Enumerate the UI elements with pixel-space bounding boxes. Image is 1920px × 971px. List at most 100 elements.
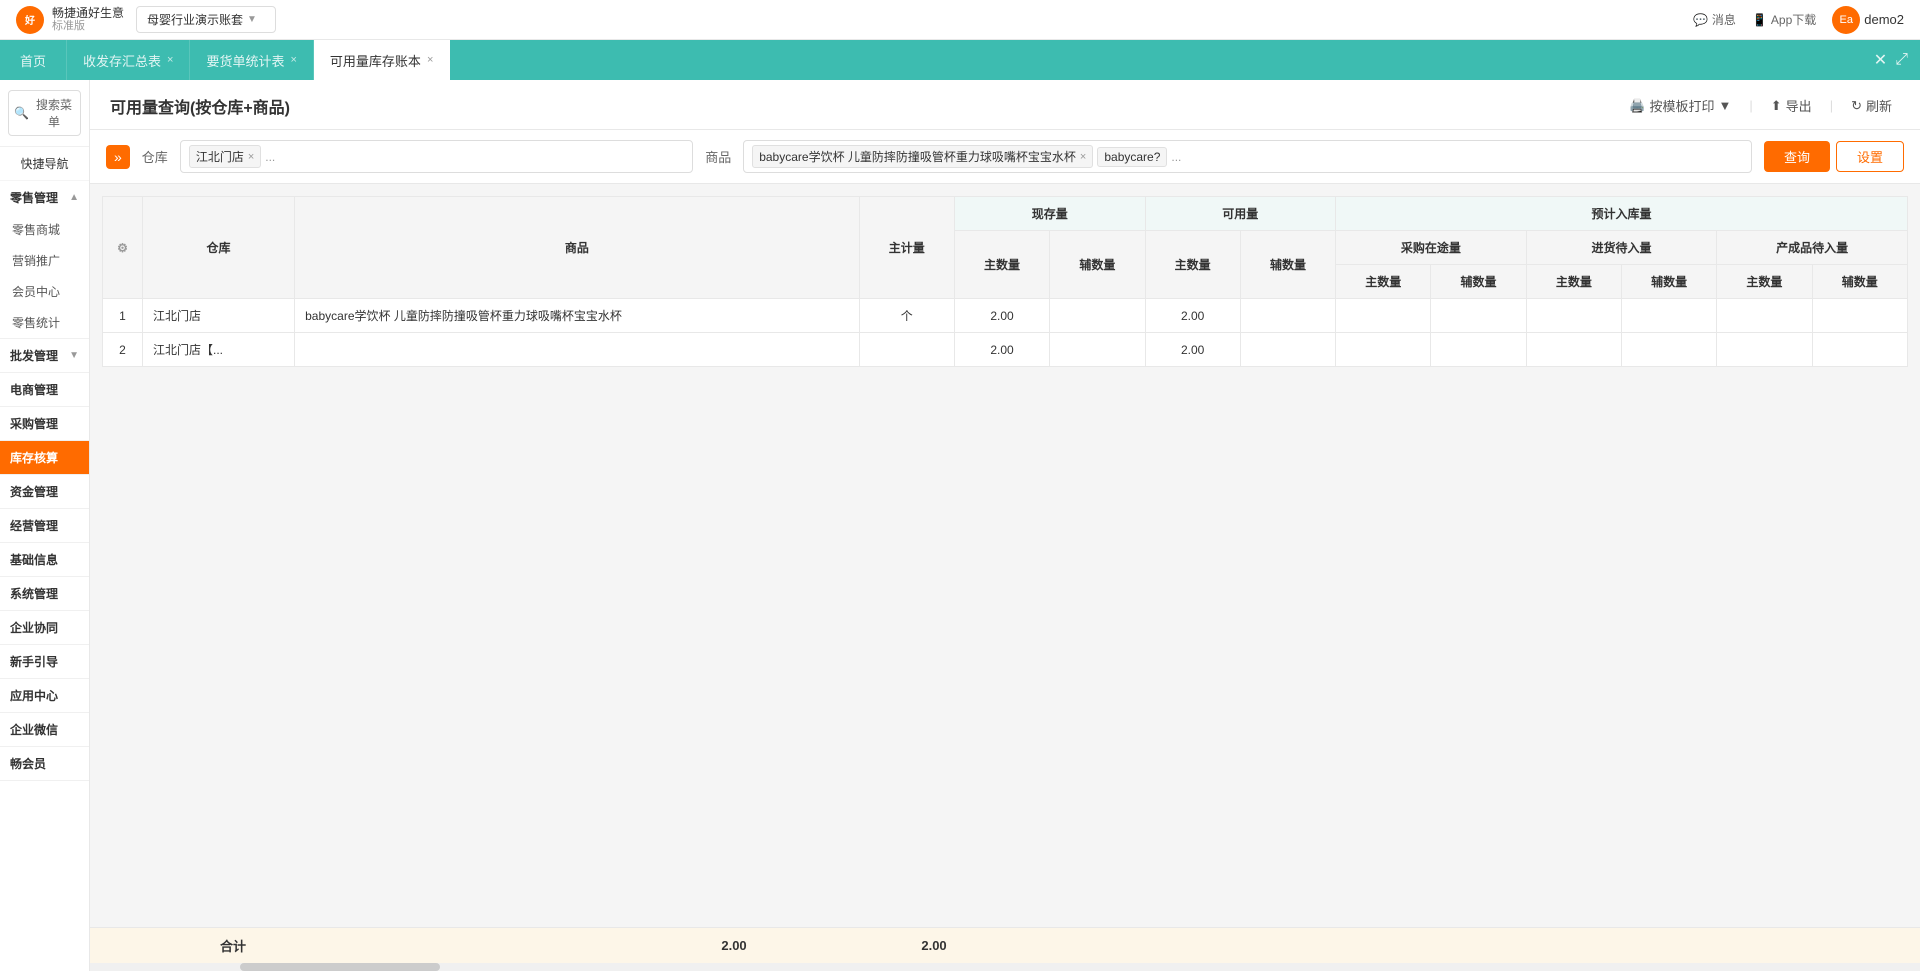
filter-actions: 查询 设置 xyxy=(1764,141,1904,172)
product-tag-1: babycare学饮杯 儿童防摔防撞吸管杯重力球吸嘴杯宝宝水杯 × xyxy=(752,145,1093,168)
tab-inventory[interactable]: 可用量库存账本 × xyxy=(314,40,450,80)
close-cashflow-tab[interactable]: × xyxy=(167,54,173,66)
sidebar-section-purchase: 采购管理 xyxy=(0,407,89,441)
th-purchase-transit-main: 主数量 xyxy=(1336,265,1431,299)
sidebar-section-basic: 基础信息 xyxy=(0,543,89,577)
row2-main-unit xyxy=(859,333,954,367)
chevron-icon: ▼ xyxy=(69,350,79,361)
row1-available-main-qty: 2.00 xyxy=(1145,299,1240,333)
product-ellipsis: ... xyxy=(1171,150,1181,164)
th-available: 可用量 xyxy=(1145,197,1336,231)
print-icon: 🖨️ xyxy=(1629,98,1645,114)
scrollbar-thumb[interactable] xyxy=(240,963,440,971)
close-requisition-tab[interactable]: × xyxy=(290,54,296,66)
th-planned-inbound: 预计入库量 xyxy=(1336,197,1908,231)
sidebar-section-vip-header[interactable]: 畅会员 xyxy=(0,747,89,780)
close-inventory-tab[interactable]: × xyxy=(427,54,433,66)
sidebar-item-quick-nav[interactable]: 快捷导航 xyxy=(0,147,89,181)
page-title: 可用量查询(按仓库+商品) xyxy=(110,94,290,118)
product-filter-input[interactable]: babycare学饮杯 儿童防摔防撞吸管杯重力球吸嘴杯宝宝水杯 × babyca… xyxy=(743,140,1752,173)
sidebar-item-marketing[interactable]: 营销推广 xyxy=(0,245,89,276)
gear-icon[interactable]: ⚙ xyxy=(117,241,128,255)
footer-label: 合计 xyxy=(100,936,246,955)
sidebar: 🔍 搜索菜单 快捷导航 零售管理 ▲ 零售商城 营销推广 会员中心 零售统计 批… xyxy=(0,80,90,971)
sidebar-section-purchase-header[interactable]: 采购管理 xyxy=(0,407,89,440)
export-button[interactable]: ⬆ 导出 xyxy=(1763,92,1820,119)
industry-selector[interactable]: 母婴行业演示账套 ▼ xyxy=(136,6,276,33)
sidebar-item-retail-stats[interactable]: 零售统计 xyxy=(0,307,89,338)
table-scrollbar[interactable] xyxy=(90,963,1920,971)
page-title-row: 可用量查询(按仓库+商品) 🖨️ 按模板打印 ▼ | ⬆ 导出 | ↻ xyxy=(110,92,1900,129)
row1-current-main-qty: 2.00 xyxy=(954,299,1049,333)
top-bar: 好 畅捷通好生意 标准版 母婴行业演示账套 ▼ 💬 消息 📱 App下载 Ea … xyxy=(0,0,1920,40)
th-inbound-pending-aux: 辅数量 xyxy=(1621,265,1716,299)
sidebar-section-operations: 经营管理 xyxy=(0,509,89,543)
th-available-aux-qty: 辅数量 xyxy=(1240,231,1335,299)
avatar: Ea xyxy=(1832,6,1860,34)
row2-current-main-qty: 2.00 xyxy=(954,333,1049,367)
th-product: 商品 xyxy=(295,197,859,299)
print-template-button[interactable]: 🖨️ 按模板打印 ▼ xyxy=(1621,92,1739,119)
top-bar-left: 好 畅捷通好生意 标准版 母婴行业演示账套 ▼ xyxy=(16,6,276,34)
app-download-button[interactable]: 📱 App下载 xyxy=(1752,11,1816,28)
username-label: demo2 xyxy=(1864,12,1904,27)
sidebar-search: 🔍 搜索菜单 xyxy=(0,80,89,147)
sidebar-section-wholesale-header[interactable]: 批发管理 ▼ xyxy=(0,339,89,372)
sidebar-item-retail-store[interactable]: 零售商城 xyxy=(0,214,89,245)
warehouse-tag: 江北门店 × xyxy=(189,145,261,168)
nav-expand-btn[interactable]: ⤢ xyxy=(1895,51,1908,69)
sidebar-section-newbie-header[interactable]: 新手引导 xyxy=(0,645,89,678)
sidebar-section-retail-header[interactable]: 零售管理 ▲ xyxy=(0,181,89,214)
row1-available-aux-qty xyxy=(1240,299,1335,333)
sidebar-item-member[interactable]: 会员中心 xyxy=(0,276,89,307)
th-inbound-pending: 进货待入量 xyxy=(1526,231,1717,265)
refresh-button[interactable]: ↻ 刷新 xyxy=(1843,92,1900,119)
app-logo-icon: 好 xyxy=(16,6,44,34)
sidebar-section-ecommerce: 电商管理 xyxy=(0,373,89,407)
row2-inbound-pending-aux xyxy=(1621,333,1716,367)
row2-production-pending-main xyxy=(1717,333,1812,367)
sidebar-section-inventory: 库存核算 xyxy=(0,441,89,475)
chevron-down-icon: ▼ xyxy=(247,14,257,25)
warehouse-filter-label: 仓库 xyxy=(142,147,168,166)
th-purchase-transit-aux: 辅数量 xyxy=(1431,265,1526,299)
page-header: 可用量查询(按仓库+商品) 🖨️ 按模板打印 ▼ | ⬆ 导出 | ↻ xyxy=(90,80,1920,130)
sidebar-section-operations-header[interactable]: 经营管理 xyxy=(0,509,89,542)
sidebar-section-wechat: 企业微信 xyxy=(0,713,89,747)
nav-tabs: 首页 收发存汇总表 × 要货单统计表 × 可用量库存账本 × ✕ ⤢ xyxy=(0,40,1920,80)
sidebar-section-enterprise-header[interactable]: 企业协同 xyxy=(0,611,89,644)
settings-button[interactable]: 设置 xyxy=(1836,141,1904,172)
refresh-icon: ↻ xyxy=(1851,98,1862,114)
app-download-icon: 📱 xyxy=(1752,13,1767,27)
user-area[interactable]: Ea demo2 xyxy=(1832,6,1904,34)
remove-product-tag-1[interactable]: × xyxy=(1080,151,1086,163)
sidebar-section-system-header[interactable]: 系统管理 xyxy=(0,577,89,610)
sidebar-section-appcenter-header[interactable]: 应用中心 xyxy=(0,679,89,712)
remove-warehouse-tag[interactable]: × xyxy=(248,151,254,163)
row2-inbound-pending-main xyxy=(1526,333,1621,367)
sidebar-section-ecommerce-header[interactable]: 电商管理 xyxy=(0,373,89,406)
tab-requisition[interactable]: 要货单统计表 × xyxy=(190,40,313,80)
filter-expand-button[interactable]: » xyxy=(106,145,130,169)
tab-cashflow[interactable]: 收发存汇总表 × xyxy=(67,40,190,80)
th-current-main-qty: 主数量 xyxy=(954,231,1049,299)
warehouse-filter-input[interactable]: 江北门店 × ... xyxy=(180,140,693,173)
sidebar-section-retail: 零售管理 ▲ 零售商城 营销推广 会员中心 零售统计 xyxy=(0,181,89,339)
query-button[interactable]: 查询 xyxy=(1764,141,1830,172)
sidebar-section-wechat-header[interactable]: 企业微信 xyxy=(0,713,89,746)
row1-no: 1 xyxy=(103,299,143,333)
nav-close-btn[interactable]: ✕ xyxy=(1874,50,1887,70)
message-button[interactable]: 💬 消息 xyxy=(1693,11,1736,28)
sidebar-section-finance-header[interactable]: 资金管理 xyxy=(0,475,89,508)
row2-available-main-qty: 2.00 xyxy=(1145,333,1240,367)
row1-product: babycare学饮杯 儿童防摔防撞吸管杯重力球吸嘴杯宝宝水杯 xyxy=(295,299,859,333)
tab-home[interactable]: 首页 xyxy=(0,40,67,80)
main-layout: 🔍 搜索菜单 快捷导航 零售管理 ▲ 零售商城 营销推广 会员中心 零售统计 批… xyxy=(0,80,1920,971)
sidebar-section-basic-header[interactable]: 基础信息 xyxy=(0,543,89,576)
sidebar-section-inventory-header[interactable]: 库存核算 xyxy=(0,441,89,474)
row2-current-aux-qty xyxy=(1050,333,1145,367)
chevron-down-icon: ▼ xyxy=(1719,98,1732,113)
search-menu-button[interactable]: 🔍 搜索菜单 xyxy=(8,90,81,136)
sidebar-section-vip: 畅会员 xyxy=(0,747,89,781)
product-filter-label: 商品 xyxy=(705,147,731,166)
